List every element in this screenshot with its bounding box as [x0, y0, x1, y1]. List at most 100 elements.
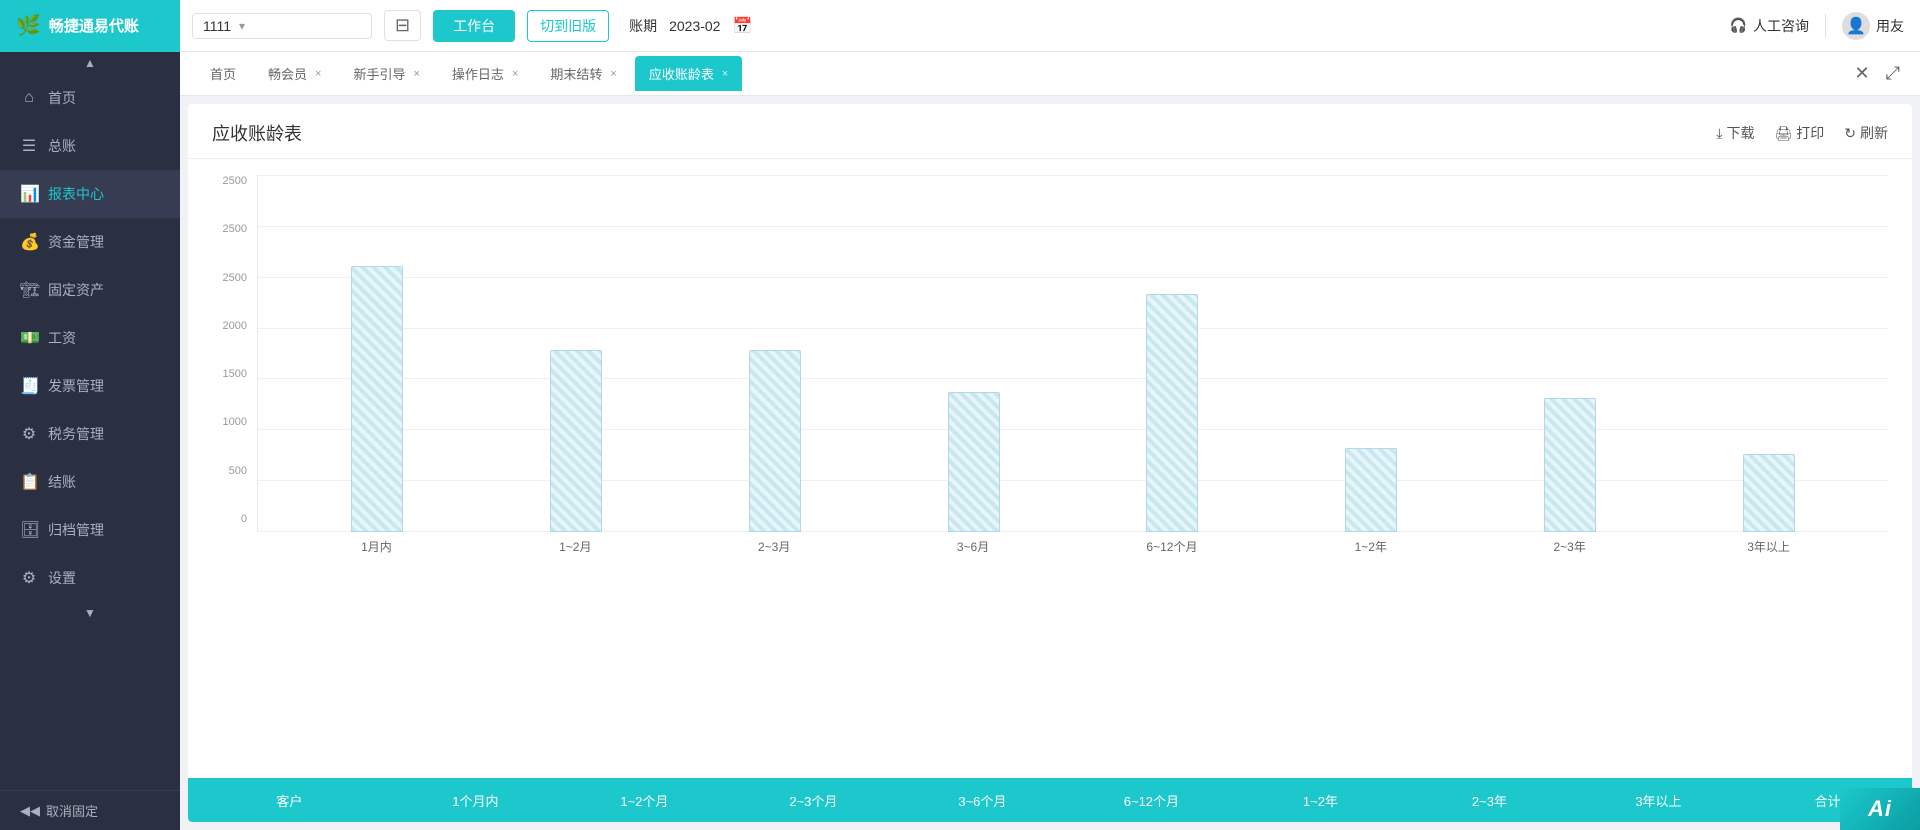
print-label: 打印 [1796, 123, 1824, 143]
sidebar: ▲ ⌂ 首页 ☰ 总账 📊 报表中心 💰 资金管理 🏗 固定资产 💵 工资 🧾 … [0, 52, 180, 830]
sidebar-item-closing[interactable]: 📋 结账 [0, 458, 180, 506]
page-actions: ⤓ 下载 🖨 打印 ↻ 刷新 [1716, 123, 1888, 143]
reports-icon: 📊 [20, 184, 38, 204]
x-label-1: 1~2月 [549, 538, 601, 555]
sidebar-item-payroll[interactable]: 💵 工资 [0, 314, 180, 362]
main-container: ▲ ⌂ 首页 ☰ 总账 📊 报表中心 💰 资金管理 🏗 固定资产 💵 工资 🧾 … [0, 52, 1920, 830]
sidebar-item-invoice[interactable]: 🧾 发票管理 [0, 362, 180, 410]
tab-close-aging[interactable]: × [722, 68, 728, 80]
bar-7 [1743, 454, 1795, 532]
period-label: 账期 [629, 16, 657, 36]
chart-area: 2500 2500 2500 2000 1500 1000 500 0 [188, 159, 1912, 778]
x-label-7: 3年以上 [1743, 538, 1795, 555]
consult-button[interactable]: 🎧 人工咨询 [1730, 16, 1809, 36]
switch-version-button[interactable]: 切到旧版 [527, 10, 609, 42]
y-label-6: 500 [229, 465, 247, 477]
sidebar-item-settings[interactable]: ⚙ 设置 [0, 554, 180, 602]
ai-badge: Ai [1840, 788, 1920, 830]
download-label: 下载 [1726, 123, 1754, 143]
sidebar-label-settings: 设置 [48, 568, 76, 588]
cancel-fixed-button[interactable]: ◀◀ 取消固定 [0, 791, 180, 830]
expand-window-button[interactable]: ⤢ [1882, 59, 1904, 88]
x-label-0: 1月内 [350, 538, 402, 555]
refresh-button[interactable]: ↻ 刷新 [1844, 123, 1888, 143]
tab-home[interactable]: 首页 [196, 56, 250, 91]
tab-close-period[interactable]: × [610, 68, 616, 80]
tab-close-membership[interactable]: × [315, 68, 321, 80]
sidebar-label-closing: 结账 [48, 472, 76, 492]
sidebar-item-ledger[interactable]: ☰ 总账 [0, 122, 180, 170]
x-label-6: 2~3年 [1544, 538, 1596, 555]
top-header: 🌿 畅捷通易代账 1111 ▾ ⊟ 工作台 切到旧版 账期 2023-02 📅 … [0, 0, 1920, 52]
bar-6 [1544, 398, 1596, 532]
tab-guide[interactable]: 新手引导 × [339, 56, 433, 91]
sidebar-label-home: 首页 [48, 88, 76, 108]
calendar-icon[interactable]: 📅 [732, 16, 752, 36]
sidebar-scroll-down[interactable]: ▼ [0, 602, 180, 624]
chevron-down-icon: ▾ [239, 19, 245, 33]
copy-button[interactable]: ⊟ [384, 10, 421, 41]
tab-oplog[interactable]: 操作日志 × [438, 56, 532, 91]
page-title: 应收账龄表 [212, 120, 302, 146]
bar-group-5 [1345, 448, 1397, 532]
chart-container: 2500 2500 2500 2000 1500 1000 500 0 [212, 175, 1888, 555]
table-col-3: 2~3个月 [729, 791, 898, 810]
bar-group-3 [948, 392, 1000, 532]
sidebar-item-archive[interactable]: 🗄 归档管理 [0, 506, 180, 554]
workspace-button[interactable]: 工作台 [433, 10, 515, 42]
tab-label-oplog: 操作日志 [452, 64, 504, 83]
bar-3 [948, 392, 1000, 532]
sidebar-label-archive: 归档管理 [48, 520, 104, 540]
sidebar-scroll-up[interactable]: ▲ [0, 52, 180, 74]
user-name: 用友 [1876, 16, 1904, 36]
bar-group-0 [351, 266, 403, 532]
logo-icon: 🌿 [16, 13, 41, 38]
print-icon: 🖨 [1774, 125, 1792, 142]
avatar: 👤 [1842, 12, 1870, 40]
company-selector[interactable]: 1111 ▾ [192, 13, 372, 39]
closing-icon: 📋 [20, 472, 38, 492]
sidebar-item-funds[interactable]: 💰 资金管理 [0, 218, 180, 266]
download-button[interactable]: ⤓ 下载 [1716, 123, 1754, 143]
y-label-3: 2000 [223, 320, 247, 332]
y-label-0: 2500 [223, 175, 247, 187]
vertical-divider [1825, 14, 1826, 38]
close-window-button[interactable]: ✕ [1851, 59, 1874, 88]
invoice-icon: 🧾 [20, 376, 38, 396]
payroll-icon: 💵 [20, 328, 38, 348]
assets-icon: 🏗 [20, 280, 38, 300]
page-content: 应收账龄表 ⤓ 下载 🖨 打印 ↻ 刷新 [188, 104, 1912, 822]
user-area[interactable]: 👤 用友 [1842, 12, 1904, 40]
sidebar-item-tax[interactable]: ⚙ 税务管理 [0, 410, 180, 458]
x-label-4: 6~12个月 [1146, 538, 1198, 555]
sidebar-item-reports[interactable]: 📊 报表中心 [0, 170, 180, 218]
bar-group-2 [749, 350, 801, 532]
tab-period[interactable]: 期末结转 × [536, 56, 630, 91]
table-col-1: 1个月内 [391, 791, 560, 810]
y-label-7: 0 [241, 513, 247, 525]
sidebar-label-reports: 报表中心 [48, 184, 104, 204]
funds-icon: 💰 [20, 232, 38, 252]
sidebar-label-invoice: 发票管理 [48, 376, 104, 396]
print-button[interactable]: 🖨 打印 [1774, 123, 1824, 143]
archive-icon: 🗄 [20, 520, 38, 540]
x-label-2: 2~3月 [748, 538, 800, 555]
tab-label-aging: 应收账龄表 [649, 64, 714, 83]
table-footer: 客户1个月内1~2个月2~3个月3~6个月6~12个月1~2年2~3年3年以上合… [188, 778, 1912, 822]
table-col-5: 6~12个月 [1067, 791, 1236, 810]
sidebar-item-home[interactable]: ⌂ 首页 [0, 74, 180, 122]
tab-close-guide[interactable]: × [413, 68, 419, 80]
bars-row [258, 175, 1888, 532]
logo-text: 畅捷通易代账 [49, 15, 139, 36]
home-icon: ⌂ [20, 89, 38, 107]
sidebar-bottom: ◀◀ 取消固定 [0, 790, 180, 830]
tab-close-oplog[interactable]: × [512, 68, 518, 80]
chart-inner: 2500 2500 2500 2000 1500 1000 500 0 [212, 175, 1888, 555]
tab-aging[interactable]: 应收账龄表 × [635, 56, 742, 91]
sidebar-label-tax: 税务管理 [48, 424, 104, 444]
y-label-1: 2500 [223, 223, 247, 235]
header-right: 🎧 人工咨询 👤 用友 [1730, 12, 1904, 40]
bar-group-4 [1146, 294, 1198, 532]
sidebar-item-assets[interactable]: 🏗 固定资产 [0, 266, 180, 314]
tab-membership[interactable]: 畅会员 × [254, 56, 335, 91]
